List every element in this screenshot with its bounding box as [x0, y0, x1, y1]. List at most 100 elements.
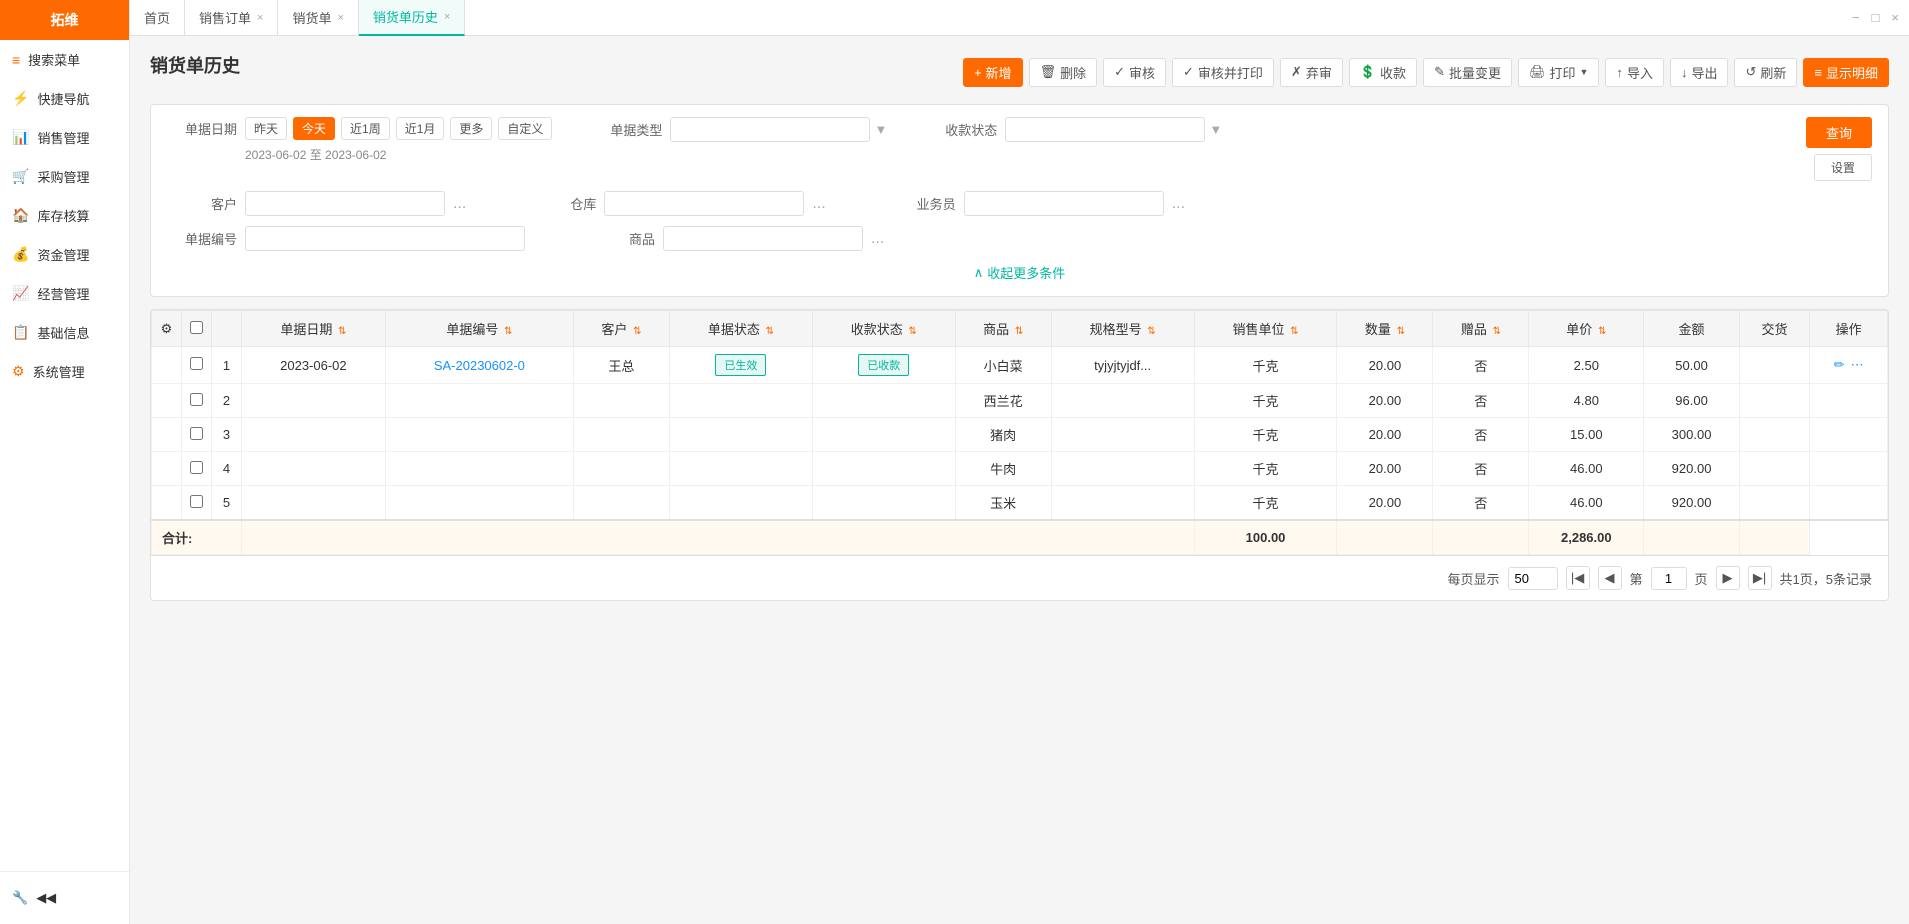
audit-button[interactable]: ✓ 审核 — [1103, 58, 1166, 87]
col-goods[interactable]: 商品 ⇅ — [955, 311, 1051, 347]
tab-sales-goods[interactable]: 销货单 × — [278, 0, 358, 36]
collapse-button[interactable]: ∧ 收起更多条件 — [974, 263, 1066, 282]
sidebar-item-inventory-calc[interactable]: 🏠 库存核算 — [0, 196, 129, 235]
set-button[interactable]: 设置 — [1814, 154, 1872, 181]
1month-btn[interactable]: 近1月 — [396, 117, 445, 140]
custom-btn[interactable]: 自定义 — [498, 117, 552, 140]
close-history-tab[interactable]: × — [444, 11, 450, 23]
cell-row-no: 5 — [212, 486, 242, 521]
select-all-checkbox[interactable] — [190, 321, 203, 334]
row-checkbox-4[interactable] — [190, 495, 203, 508]
collect-button[interactable]: 💲 收款 — [1349, 58, 1417, 87]
yesterday-btn[interactable]: 昨天 — [245, 117, 287, 140]
per-page-select[interactable]: 50 10 20 100 — [1508, 567, 1558, 590]
close-sales-goods-tab[interactable]: × — [337, 12, 343, 24]
row-checkbox-3[interactable] — [190, 461, 203, 474]
close-sales-order-tab[interactable]: × — [257, 12, 263, 24]
sidebar-item-finance-mgmt[interactable]: 💰 资金管理 — [0, 235, 129, 274]
sidebar-item-sales-mgmt[interactable]: 📊 销售管理 — [0, 118, 129, 157]
today-btn[interactable]: 今天 — [293, 117, 335, 140]
sidebar-item-quick-nav[interactable]: ⚡ 快捷导航 — [0, 79, 129, 118]
table-row: 2西兰花千克20.00否4.8096.00 — [152, 384, 1888, 418]
col-doc-no[interactable]: 单据编号 ⇅ — [385, 311, 573, 347]
7days-btn[interactable]: 近1周 — [341, 117, 390, 140]
doc-no-input[interactable] — [245, 226, 525, 251]
first-page-btn[interactable]: |◀ — [1566, 566, 1590, 590]
col-spec[interactable]: 规格型号 ⇅ — [1051, 311, 1194, 347]
col-quantity[interactable]: 数量 ⇅ — [1337, 311, 1433, 347]
warehouse-input[interactable] — [604, 191, 804, 216]
maximize-btn[interactable]: □ — [1872, 10, 1880, 25]
page-unit: 页 — [1695, 569, 1708, 588]
col-sales-unit[interactable]: 销售单位 ⇅ — [1194, 311, 1337, 347]
delete-button[interactable]: 🗑 删除 — [1029, 58, 1098, 87]
minimize-btn[interactable]: − — [1852, 10, 1860, 25]
row-checkbox-0[interactable] — [190, 357, 203, 370]
cell-spec — [1051, 486, 1194, 521]
col-unit-price[interactable]: 单价 ⇅ — [1529, 311, 1644, 347]
collect-status-input[interactable] — [1005, 117, 1205, 142]
cell-checkbox — [182, 418, 212, 452]
sidebar-item-sys-mgmt[interactable]: ⚙ 系统管理 — [0, 352, 129, 391]
warehouse-dots[interactable]: ... — [812, 195, 825, 213]
goods-dots[interactable]: ... — [871, 230, 884, 248]
close-btn[interactable]: × — [1891, 10, 1899, 25]
sidebar-item-ops-mgmt[interactable]: 📈 经营管理 — [0, 274, 129, 313]
plus-icon: + — [974, 65, 982, 80]
detail-icon: ≡ — [1814, 65, 1822, 80]
cell-operation — [1810, 486, 1888, 521]
customer-dots[interactable]: ... — [453, 195, 466, 213]
next-page-btn[interactable]: ▶ — [1716, 566, 1740, 590]
audit-print-button[interactable]: ✓ 审核并打印 — [1172, 58, 1274, 87]
customer-input[interactable] — [245, 191, 445, 216]
staff-dots[interactable]: ... — [1172, 195, 1185, 213]
doc-no-link[interactable]: SA-20230602-0 — [434, 358, 525, 373]
col-settings[interactable]: ⚙ — [152, 311, 182, 347]
row-checkbox-2[interactable] — [190, 427, 203, 440]
row-checkbox-1[interactable] — [190, 393, 203, 406]
refresh-button[interactable]: ↺ 刷新 — [1734, 58, 1797, 87]
sidebar-item-label: 销售管理 — [37, 128, 89, 147]
batch-change-button[interactable]: ✎ 批量变更 — [1423, 58, 1512, 87]
tab-home[interactable]: 首页 — [130, 0, 185, 36]
export-button[interactable]: ↓ 导出 — [1670, 58, 1729, 87]
col-customer[interactable]: 客户 ⇅ — [573, 311, 669, 347]
cell-collect-status — [812, 418, 955, 452]
main-area: 首页 销售订单 × 销货单 × 销货单历史 × − □ × 销货单历史 — [130, 0, 1909, 924]
sidebar-item-label: 资金管理 — [37, 245, 89, 264]
collect-status-dropdown-icon[interactable]: ▼ — [1209, 122, 1222, 137]
data-table-wrapper: ⚙ 单据日期 ⇅ 单据编号 ⇅ — [150, 309, 1889, 601]
print-button[interactable]: 🖨 打印 ▼ — [1518, 58, 1599, 87]
page-input[interactable] — [1651, 567, 1687, 590]
tab-sales-order[interactable]: 销售订单 × — [185, 0, 278, 36]
tab-sales-goods-history[interactable]: 销货单历史 × — [359, 0, 465, 36]
doc-type-input[interactable] — [670, 117, 870, 142]
sidebar-item-search-menu[interactable]: ≡ 搜索菜单 — [0, 40, 129, 79]
more-action-icon[interactable]: ⋯ — [1851, 357, 1864, 373]
col-doc-date[interactable]: 单据日期 ⇅ — [242, 311, 386, 347]
goods-input[interactable] — [663, 226, 863, 251]
cell-settings — [152, 418, 182, 452]
collapse-row: ∧ 收起更多条件 — [167, 257, 1872, 284]
col-gift[interactable]: 赠品 ⇅ — [1433, 311, 1529, 347]
staff-input[interactable] — [964, 191, 1164, 216]
edit-action-icon[interactable]: ✏ — [1834, 357, 1845, 373]
more-btn[interactable]: 更多 — [450, 117, 492, 140]
doc-type-dropdown-icon[interactable]: ▼ — [874, 122, 887, 137]
col-doc-status[interactable]: 单据状态 ⇅ — [669, 311, 812, 347]
import-button[interactable]: ↑ 导入 — [1605, 58, 1664, 87]
discard-button[interactable]: ✗ 弃审 — [1280, 58, 1343, 87]
date-range-text: 2023-06-02 至 2023-06-02 — [245, 148, 386, 162]
sidebar-item-purchase-mgmt[interactable]: 🛒 采购管理 — [0, 157, 129, 196]
prev-page-btn[interactable]: ◀ — [1598, 566, 1622, 590]
new-button[interactable]: + 新增 — [963, 58, 1023, 87]
col-collect-status[interactable]: 收款状态 ⇅ — [812, 311, 955, 347]
query-button[interactable]: 查询 — [1806, 117, 1872, 148]
sidebar-item-basic-info[interactable]: 📋 基础信息 — [0, 313, 129, 352]
cell-row-no: 2 — [212, 384, 242, 418]
sidebar-settings-btn[interactable]: 🔧 ◀◀ — [0, 880, 129, 916]
cell-customer — [573, 486, 669, 521]
last-page-btn[interactable]: ▶| — [1748, 566, 1772, 590]
show-detail-button[interactable]: ≡ 显示明细 — [1803, 58, 1889, 87]
col-amount: 金额 — [1644, 311, 1739, 347]
